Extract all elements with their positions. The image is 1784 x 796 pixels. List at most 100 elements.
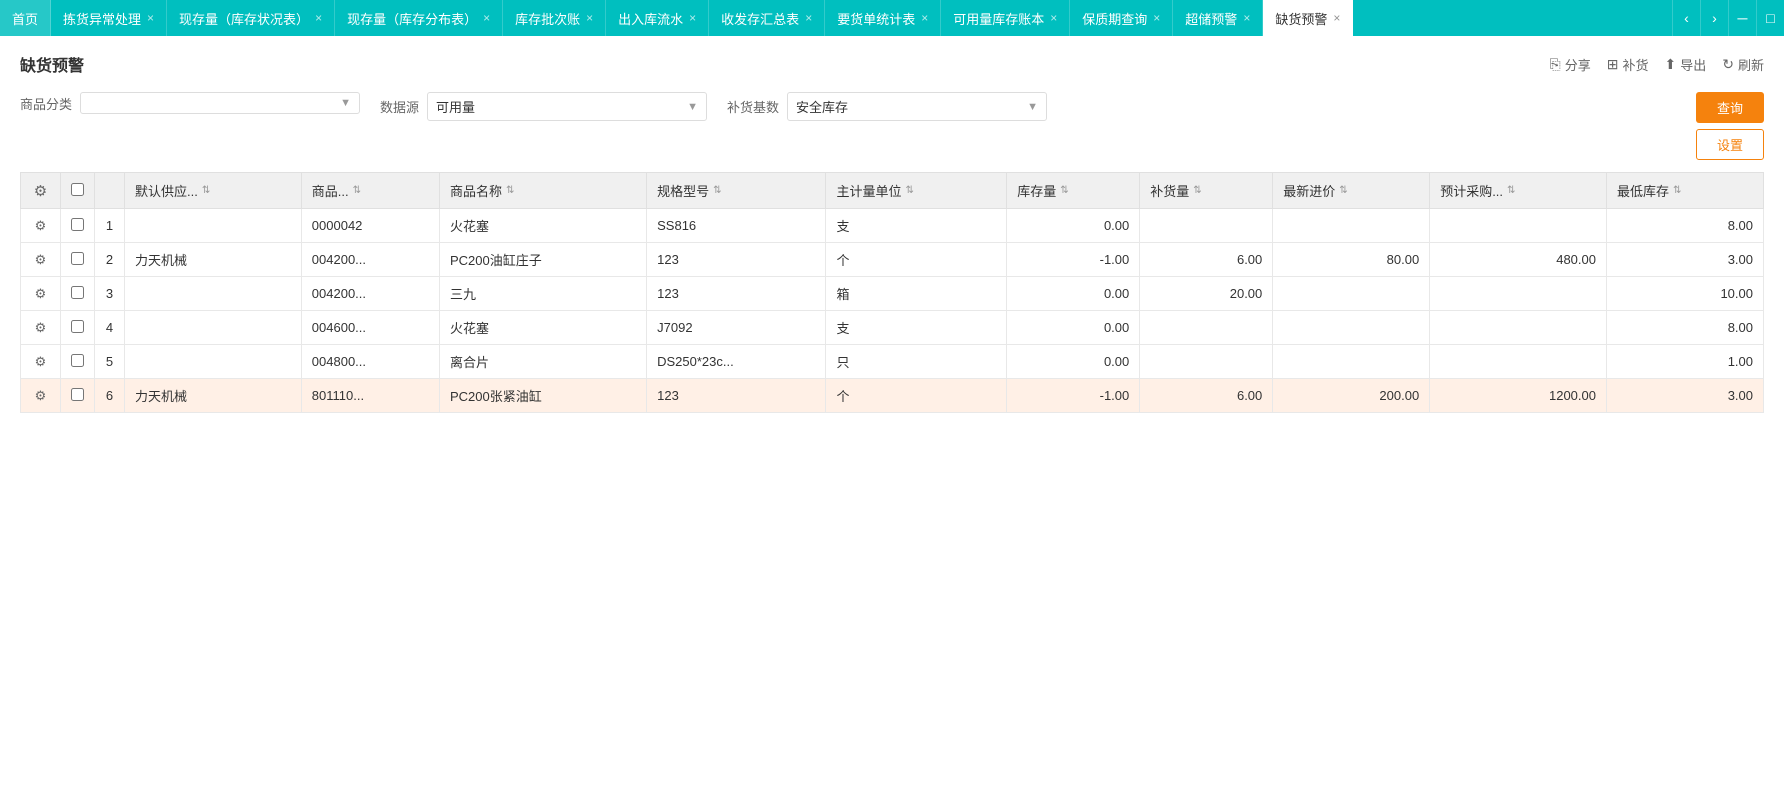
row-name: PC200张紧油缸 bbox=[439, 379, 646, 413]
row-supplier bbox=[125, 209, 302, 243]
column-unit[interactable]: 主计量单位 ⇅ bbox=[826, 173, 1007, 209]
replenish-base-select[interactable]: 安全库存 ▼ bbox=[787, 92, 1047, 121]
row-stock: 0.00 bbox=[1007, 209, 1140, 243]
row-unit: 支 bbox=[826, 311, 1007, 345]
row-checkbox[interactable] bbox=[71, 252, 84, 265]
row-checkbox-cell[interactable] bbox=[61, 243, 95, 277]
row-min-stock: 10.00 bbox=[1606, 277, 1763, 311]
row-gear-cell[interactable]: ⚙ bbox=[21, 379, 61, 413]
tab-batch-account[interactable]: 库存批次账 × bbox=[503, 0, 606, 36]
category-select[interactable]: ▼ bbox=[80, 92, 360, 114]
row-spec: SS816 bbox=[647, 209, 826, 243]
row-supplier: 力天机械 bbox=[125, 243, 302, 277]
row-estimated: 1200.00 bbox=[1430, 379, 1607, 413]
tab-maximize-button[interactable]: □ bbox=[1756, 0, 1784, 36]
row-estimated bbox=[1430, 209, 1607, 243]
tab-close-icon[interactable]: × bbox=[1333, 11, 1340, 25]
tab-close-icon[interactable]: × bbox=[805, 11, 812, 25]
row-name: 离合片 bbox=[439, 345, 646, 379]
tab-overstock[interactable]: 超储预警 × bbox=[1173, 0, 1263, 36]
datasource-filter-label: 数据源 bbox=[380, 97, 419, 116]
row-latest-price bbox=[1273, 345, 1430, 379]
gear-row-icon[interactable]: ⚙ bbox=[35, 286, 47, 301]
row-checkbox-cell[interactable] bbox=[61, 277, 95, 311]
column-stock[interactable]: 库存量 ⇅ bbox=[1007, 173, 1140, 209]
tab-summary[interactable]: 收发存汇总表 × bbox=[709, 0, 825, 36]
tab-shortage-warning[interactable]: 缺货预警 × bbox=[1263, 0, 1353, 36]
column-latest-price[interactable]: 最新进价 ⇅ bbox=[1273, 173, 1430, 209]
tab-close-icon[interactable]: × bbox=[586, 11, 593, 25]
settings-button[interactable]: 设置 bbox=[1696, 129, 1764, 160]
row-index: 6 bbox=[95, 379, 125, 413]
column-name[interactable]: 商品名称 ⇅ bbox=[439, 173, 646, 209]
row-gear-cell[interactable]: ⚙ bbox=[21, 209, 61, 243]
row-checkbox[interactable] bbox=[71, 218, 84, 231]
tab-inout-flow[interactable]: 出入库流水 × bbox=[606, 0, 709, 36]
row-gear-cell[interactable]: ⚙ bbox=[21, 277, 61, 311]
row-checkbox-cell[interactable] bbox=[61, 209, 95, 243]
row-stock: 0.00 bbox=[1007, 277, 1140, 311]
row-spec: DS250*23c... bbox=[647, 345, 826, 379]
tab-inventory-status[interactable]: 现存量（库存状况表） × bbox=[167, 0, 335, 36]
column-replenish[interactable]: 补货量 ⇅ bbox=[1140, 173, 1273, 209]
row-gear-cell[interactable]: ⚙ bbox=[21, 311, 61, 345]
tab-demand-stats[interactable]: 要货单统计表 × bbox=[825, 0, 941, 36]
tab-shelf-life[interactable]: 保质期查询 × bbox=[1070, 0, 1173, 36]
row-code: 004200... bbox=[301, 277, 439, 311]
page-title: 缺货预警 bbox=[20, 52, 84, 76]
row-stock: 0.00 bbox=[1007, 311, 1140, 345]
gear-row-icon[interactable]: ⚙ bbox=[35, 218, 47, 233]
column-spec[interactable]: 规格型号 ⇅ bbox=[647, 173, 826, 209]
replenish-base-label: 补货基数 bbox=[727, 97, 779, 116]
tab-close-icon[interactable]: × bbox=[689, 11, 696, 25]
query-button[interactable]: 查询 bbox=[1696, 92, 1764, 123]
gear-row-icon[interactable]: ⚙ bbox=[35, 354, 47, 369]
tab-close-icon[interactable]: × bbox=[315, 11, 322, 25]
gear-icon[interactable]: ⚙ bbox=[31, 182, 50, 200]
tab-next-button[interactable]: › bbox=[1700, 0, 1728, 36]
row-min-stock: 8.00 bbox=[1606, 209, 1763, 243]
row-checkbox[interactable] bbox=[71, 388, 84, 401]
tab-close-icon[interactable]: × bbox=[483, 11, 490, 25]
column-gear[interactable]: ⚙ bbox=[21, 173, 61, 209]
tab-close-icon[interactable]: × bbox=[1243, 11, 1250, 25]
select-all-checkbox[interactable] bbox=[71, 183, 84, 196]
column-min-stock[interactable]: 最低库存 ⇅ bbox=[1606, 173, 1763, 209]
row-index: 1 bbox=[95, 209, 125, 243]
tab-close-icon[interactable]: × bbox=[921, 11, 928, 25]
category-filter-label: 商品分类 bbox=[20, 94, 72, 113]
share-button[interactable]: ⎘ 分享 bbox=[1550, 55, 1591, 74]
tab-close-icon[interactable]: × bbox=[1153, 11, 1160, 25]
datasource-select[interactable]: 可用量 ▼ bbox=[427, 92, 707, 121]
row-checkbox-cell[interactable] bbox=[61, 345, 95, 379]
gear-row-icon[interactable]: ⚙ bbox=[35, 252, 47, 267]
row-checkbox-cell[interactable] bbox=[61, 311, 95, 345]
row-latest-price: 200.00 bbox=[1273, 379, 1430, 413]
row-checkbox[interactable] bbox=[71, 320, 84, 333]
gear-row-icon[interactable]: ⚙ bbox=[35, 388, 47, 403]
tab-home[interactable]: 首页 bbox=[0, 0, 51, 36]
tab-close-icon[interactable]: × bbox=[1050, 11, 1057, 25]
tab-nav-buttons: ‹ › ─ □ bbox=[1672, 0, 1784, 36]
tab-close-icon[interactable]: × bbox=[147, 11, 154, 25]
replenish-button[interactable]: ⊞ 补货 bbox=[1607, 55, 1649, 74]
row-checkbox[interactable] bbox=[71, 354, 84, 367]
column-estimated[interactable]: 预计采购... ⇅ bbox=[1430, 173, 1607, 209]
row-checkbox[interactable] bbox=[71, 286, 84, 299]
row-checkbox-cell[interactable] bbox=[61, 379, 95, 413]
data-table: ⚙ 默认供应... ⇅ 商品... ⇅ bbox=[20, 172, 1764, 413]
tab-inventory-dist[interactable]: 现存量（库存分布表） × bbox=[335, 0, 503, 36]
tab-available-ledger[interactable]: 可用量库存账本 × bbox=[941, 0, 1070, 36]
tab-minimize-button[interactable]: ─ bbox=[1728, 0, 1756, 36]
column-supplier[interactable]: 默认供应... ⇅ bbox=[125, 173, 302, 209]
row-unit: 个 bbox=[826, 379, 1007, 413]
sort-replenish-icon: ⇅ bbox=[1193, 185, 1201, 196]
export-button[interactable]: ⬆ 导出 bbox=[1665, 55, 1707, 74]
refresh-button[interactable]: ↻ 刷新 bbox=[1722, 55, 1764, 74]
row-gear-cell[interactable]: ⚙ bbox=[21, 243, 61, 277]
gear-row-icon[interactable]: ⚙ bbox=[35, 320, 47, 335]
tab-picking-exception[interactable]: 拣货异常处理 × bbox=[51, 0, 167, 36]
row-gear-cell[interactable]: ⚙ bbox=[21, 345, 61, 379]
column-code[interactable]: 商品... ⇅ bbox=[301, 173, 439, 209]
tab-prev-button[interactable]: ‹ bbox=[1672, 0, 1700, 36]
